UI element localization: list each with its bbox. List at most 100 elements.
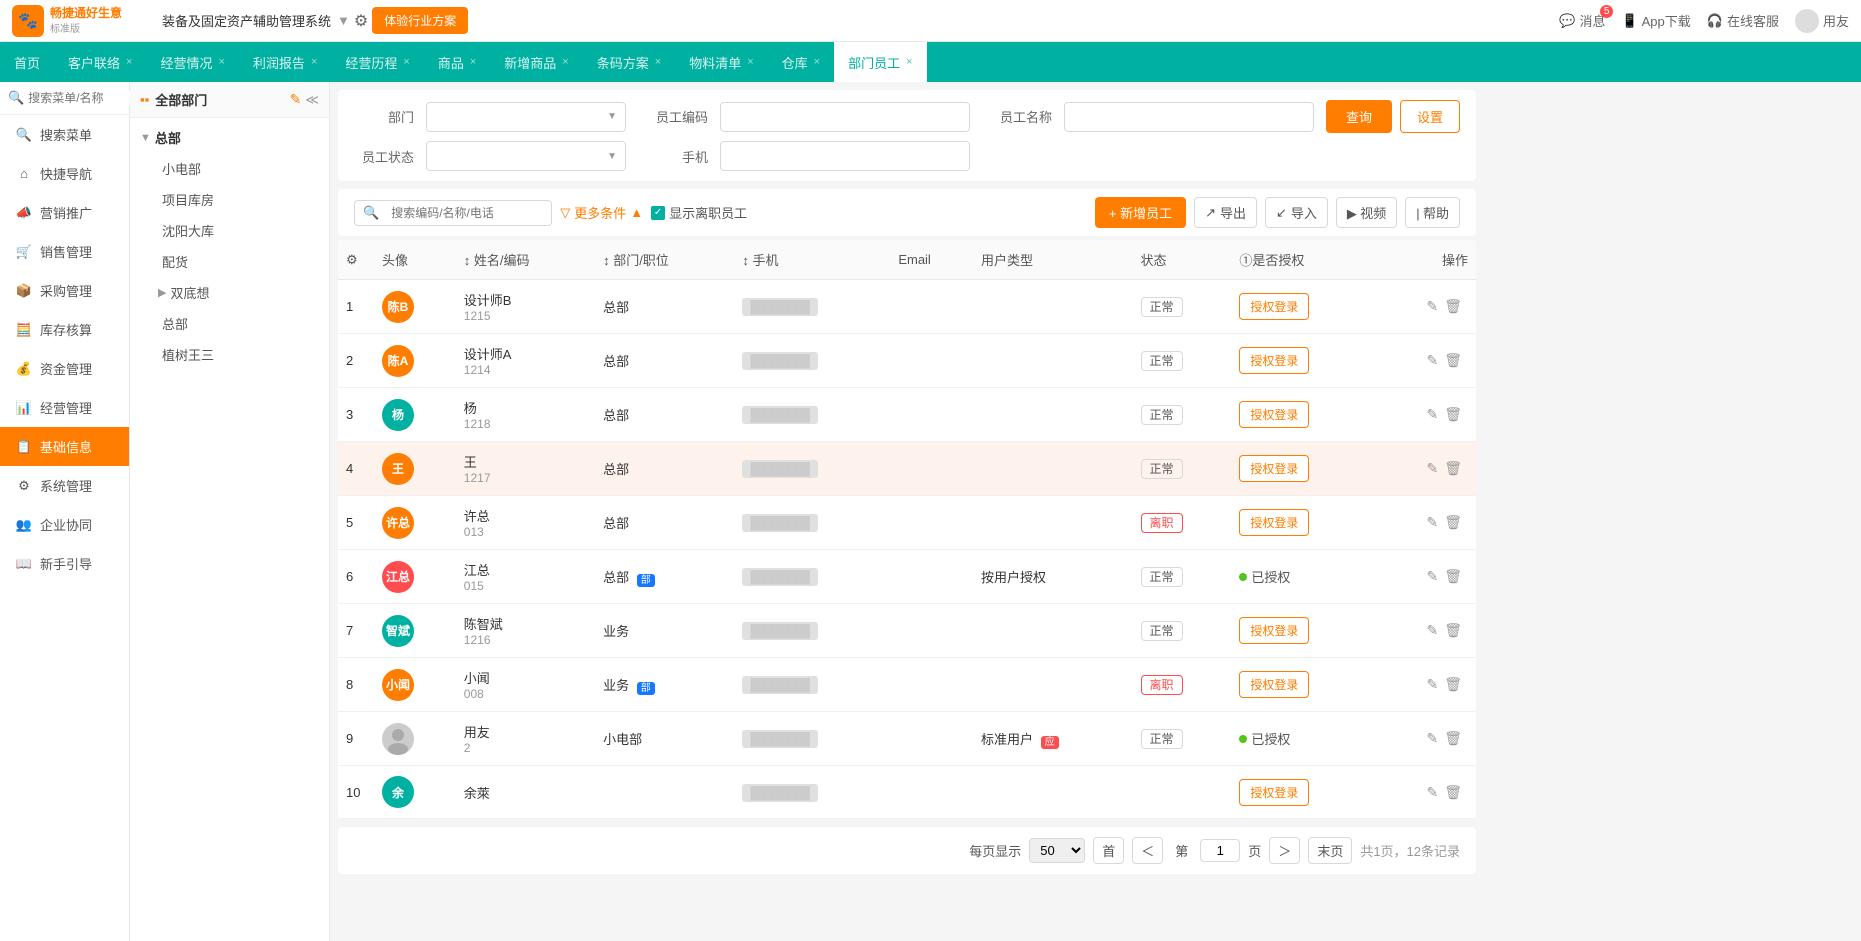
nav-tab-客户联络[interactable]: 客户联络×: [54, 42, 146, 82]
show-inactive-toggle[interactable]: ✓ 显示离职员工: [651, 203, 747, 222]
nav-tab-条码方案[interactable]: 条码方案×: [583, 42, 675, 82]
page-size-select[interactable]: 50 20 100: [1029, 838, 1085, 863]
auth-login-button[interactable]: 授权登录: [1239, 671, 1309, 698]
edit-button[interactable]: ✎: [1427, 676, 1439, 692]
set-button[interactable]: 设置: [1400, 100, 1460, 133]
col-name[interactable]: ↕ 姓名/编码: [456, 240, 595, 280]
nav-tab-利润报告[interactable]: 利润报告×: [239, 42, 331, 82]
tab-close-利润报告[interactable]: ×: [311, 56, 317, 68]
sidebar-item-资金管理[interactable]: 💰资金管理: [0, 349, 129, 388]
first-page-button[interactable]: 首: [1093, 837, 1124, 864]
tab-close-商品[interactable]: ×: [470, 56, 476, 68]
message-button[interactable]: 💬 消息 5: [1559, 11, 1605, 30]
sidebar-item-新手引导[interactable]: 📖新手引导: [0, 544, 129, 583]
delete-button[interactable]: 🗑: [1444, 676, 1462, 692]
delete-button[interactable]: 🗑: [1444, 568, 1462, 584]
nav-tab-新增商品[interactable]: 新增商品×: [490, 42, 582, 82]
auth-login-button[interactable]: 授权登录: [1239, 293, 1309, 320]
export-button[interactable]: ↗ 导出: [1194, 197, 1257, 228]
dept-node-小电部[interactable]: 小电部: [130, 153, 329, 184]
auth-login-button[interactable]: 授权登录: [1239, 401, 1309, 428]
dept-node-总部[interactable]: ▼ 总部: [130, 122, 329, 153]
emp-code-input[interactable]: [720, 102, 970, 132]
tab-close-新增商品[interactable]: ×: [562, 56, 568, 68]
sidebar-item-快捷导航[interactable]: ⌂快捷导航: [0, 154, 129, 193]
dept-node-总部[interactable]: 总部: [130, 308, 329, 339]
auth-login-button[interactable]: 授权登录: [1239, 779, 1309, 806]
experience-button[interactable]: 体验行业方案: [372, 7, 468, 34]
tab-close-客户联络[interactable]: ×: [126, 56, 132, 68]
delete-button[interactable]: 🗑: [1444, 514, 1462, 530]
query-button[interactable]: 查询: [1326, 100, 1392, 133]
search-input[interactable]: [383, 206, 543, 220]
edit-button[interactable]: ✎: [1427, 406, 1439, 422]
col-settings[interactable]: ⚙: [338, 240, 374, 280]
edit-button[interactable]: ✎: [1427, 352, 1439, 368]
delete-button[interactable]: 🗑: [1444, 784, 1462, 800]
edit-button[interactable]: ✎: [1427, 730, 1439, 746]
nav-tab-部门员工[interactable]: 部门员工×: [834, 42, 926, 82]
edit-button[interactable]: ✎: [1427, 514, 1439, 530]
sidebar-item-搜索菜单[interactable]: 🔍搜索菜单: [0, 115, 129, 154]
col-phone[interactable]: ↕ 手机: [734, 240, 890, 280]
auth-login-button[interactable]: 授权登录: [1239, 455, 1309, 482]
dept-node-双底想[interactable]: ▶ 双底想: [130, 277, 329, 308]
sidebar-item-销售管理[interactable]: 🛒销售管理: [0, 232, 129, 271]
sidebar-item-基础信息[interactable]: 📋基础信息: [0, 427, 129, 466]
tab-close-部门员工[interactable]: ×: [906, 56, 912, 68]
delete-button[interactable]: 🗑: [1444, 352, 1462, 368]
help-button[interactable]: | 帮助: [1405, 197, 1460, 228]
sidebar-item-系统管理[interactable]: ⚙系统管理: [0, 466, 129, 505]
import-button[interactable]: ↙ 导入: [1265, 197, 1328, 228]
delete-button[interactable]: 🗑: [1444, 622, 1462, 638]
dept-edit-icon[interactable]: ✎: [290, 91, 302, 108]
tab-close-经营情况[interactable]: ×: [218, 56, 224, 68]
add-employee-button[interactable]: + 新增员工: [1095, 197, 1186, 228]
prev-page-button[interactable]: ＜: [1132, 837, 1163, 864]
auth-login-button[interactable]: 授权登录: [1239, 509, 1309, 536]
delete-button[interactable]: 🗑: [1444, 460, 1462, 476]
next-page-button[interactable]: ＞: [1269, 837, 1300, 864]
dept-node-沈阳大库[interactable]: 沈阳大库: [130, 215, 329, 246]
user-button[interactable]: 用友: [1795, 9, 1849, 33]
nav-tab-仓库[interactable]: 仓库×: [768, 42, 834, 82]
page-input[interactable]: [1200, 839, 1240, 862]
dropdown-arrow[interactable]: ▼: [337, 13, 350, 28]
dept-node-植树王三[interactable]: 植树王三: [130, 339, 329, 370]
tab-close-物料清单[interactable]: ×: [747, 56, 753, 68]
tab-close-条码方案[interactable]: ×: [655, 56, 661, 68]
view-button[interactable]: ▶ 视频: [1336, 197, 1397, 228]
delete-button[interactable]: 🗑: [1444, 406, 1462, 422]
sidebar-item-营销推广[interactable]: 📣营销推广: [0, 193, 129, 232]
delete-button[interactable]: 🗑: [1444, 298, 1462, 314]
last-page-button[interactable]: 末页: [1308, 837, 1352, 864]
tab-close-仓库[interactable]: ×: [814, 56, 820, 68]
tab-close-经营历程[interactable]: ×: [403, 56, 409, 68]
nav-tab-物料清单[interactable]: 物料清单×: [675, 42, 767, 82]
nav-tab-首页[interactable]: 首页: [0, 42, 54, 82]
dept-node-配货[interactable]: 配货: [130, 246, 329, 277]
sidebar-item-企业协同[interactable]: 👥企业协同: [0, 505, 129, 544]
dept-collapse-icon[interactable]: ≪: [305, 92, 319, 108]
delete-button[interactable]: 🗑: [1444, 730, 1462, 746]
filter-more-button[interactable]: ▽ 更多条件 ▲: [560, 203, 643, 222]
auth-login-button[interactable]: 授权登录: [1239, 617, 1309, 644]
emp-name-input[interactable]: [1064, 102, 1314, 132]
edit-button[interactable]: ✎: [1427, 298, 1439, 314]
auth-login-button[interactable]: 授权登录: [1239, 347, 1309, 374]
nav-tab-经营情况[interactable]: 经营情况×: [146, 42, 238, 82]
edit-button[interactable]: ✎: [1427, 622, 1439, 638]
settings-button[interactable]: ⚙: [350, 7, 372, 35]
dept-filter-select[interactable]: ▼: [426, 102, 626, 132]
nav-tab-商品[interactable]: 商品×: [424, 42, 490, 82]
sidebar-item-库存核算[interactable]: 🧮库存核算: [0, 310, 129, 349]
nav-tab-经营历程[interactable]: 经营历程×: [331, 42, 423, 82]
phone-input[interactable]: [720, 141, 970, 171]
emp-status-select[interactable]: ▼: [426, 141, 626, 171]
edit-button[interactable]: ✎: [1427, 460, 1439, 476]
edit-button[interactable]: ✎: [1427, 784, 1439, 800]
col-dept[interactable]: ↕ 部门/职位: [595, 240, 734, 280]
dept-node-项目库房[interactable]: 项目库房: [130, 184, 329, 215]
online-service-button[interactable]: 🎧 在线客服: [1707, 11, 1779, 30]
edit-button[interactable]: ✎: [1427, 568, 1439, 584]
